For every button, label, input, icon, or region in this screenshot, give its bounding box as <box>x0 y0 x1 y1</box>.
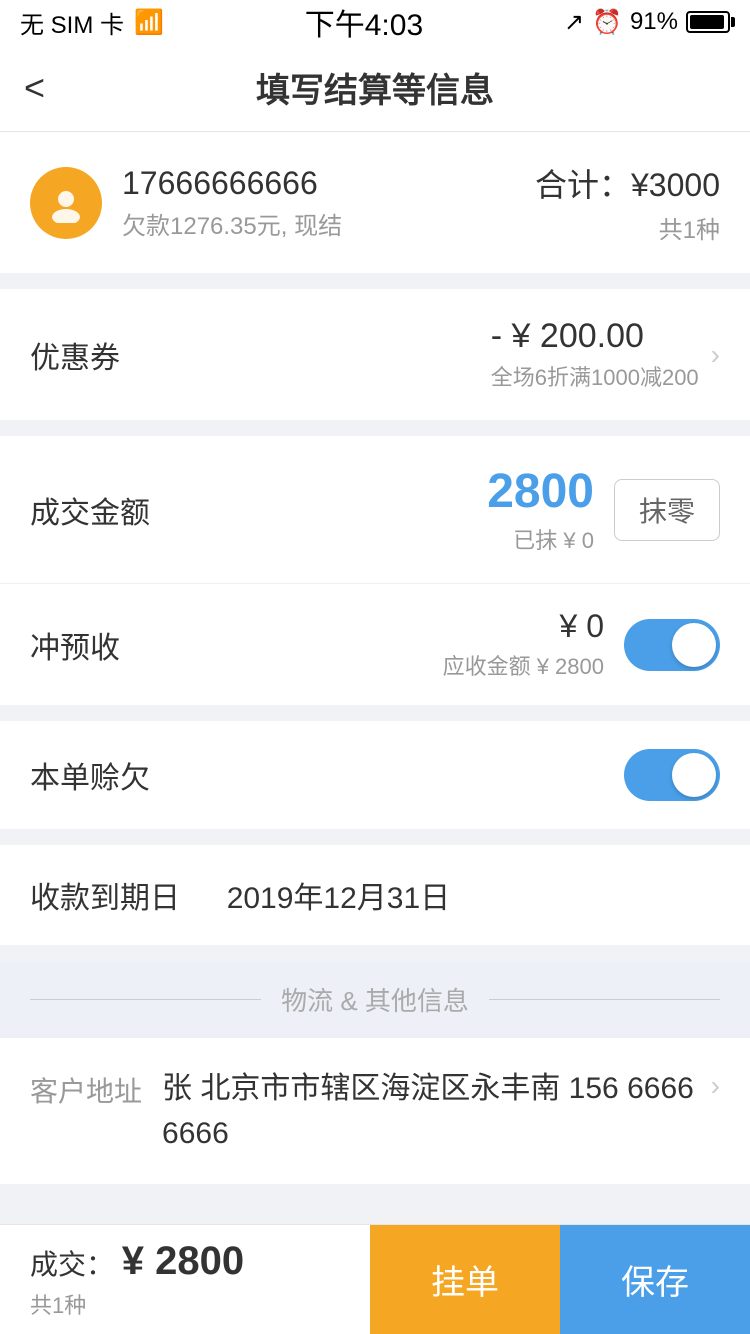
toggle-knob <box>672 623 716 667</box>
transaction-right: 2800 已抹 ¥ 0 抹零 <box>487 464 720 555</box>
wifi-icon: 📶 <box>134 8 164 37</box>
coupon-label: 优惠券 <box>30 333 120 377</box>
nav-bar: < 填写结算等信息 <box>0 44 750 132</box>
avatar <box>30 167 102 239</box>
customer-right: 合计：¥3000 共1种 <box>535 160 720 245</box>
customer-info: 17666666666 欠款1276.35元, 现结 <box>122 165 342 241</box>
prereceive-sub: 应收金额 ¥ 2800 <box>443 649 604 681</box>
summary-main-line: 成交： ¥ 2800 <box>30 1239 340 1284</box>
location-icon: ↗ <box>564 8 584 37</box>
duedate-section: 收款到期日 2019年12月31日 <box>0 845 750 945</box>
bottom-bar: 成交： ¥ 2800 共1种 挂单 保存 <box>0 1224 750 1334</box>
transaction-sub: 已抹 ¥ 0 <box>487 523 594 555</box>
total-count: 共1种 <box>535 210 720 245</box>
status-bar: 无 SIM 卡 📶 下午4:03 ↗ ⏰ 91% <box>0 0 750 44</box>
battery-icon <box>686 11 730 33</box>
debt-label: 本单赊欠 <box>30 753 150 797</box>
divider-line-left <box>30 999 261 1000</box>
transaction-value: 2800 <box>487 464 594 519</box>
customer-sub-info: 欠款1276.35元, 现结 <box>122 206 342 241</box>
prereceive-row: 冲预收 ¥ 0 应收金额 ¥ 2800 <box>0 584 750 705</box>
duedate-text: 收款到期日 2019年12月31日 <box>30 882 450 915</box>
status-left: 无 SIM 卡 📶 <box>20 5 164 40</box>
transaction-amount-row: 成交金额 2800 已抹 ¥ 0 抹零 <box>0 436 750 584</box>
prereceive-label: 冲预收 <box>30 623 120 667</box>
customer-left: 17666666666 欠款1276.35元, 现结 <box>30 165 342 241</box>
customer-phone: 17666666666 <box>122 165 342 202</box>
prereceive-amount-block: ¥ 0 应收金额 ¥ 2800 <box>443 608 604 681</box>
prereceive-right: ¥ 0 应收金额 ¥ 2800 <box>443 608 720 681</box>
prereceive-amount: ¥ 0 <box>443 608 604 645</box>
address-label: 客户地址 <box>30 1066 142 1110</box>
no-sim-text: 无 SIM 卡 <box>20 5 124 40</box>
duedate-value: 2019年12月31日 <box>227 882 450 915</box>
status-right: ↗ ⏰ 91% <box>564 8 730 37</box>
page-content: 17666666666 欠款1276.35元, 现结 合计：¥3000 共1种 … <box>0 132 750 1320</box>
customer-row: 17666666666 欠款1276.35元, 现结 合计：¥3000 共1种 <box>0 132 750 273</box>
address-section[interactable]: 客户地址 张 北京市市辖区海淀区永丰南 156 6666 6666 › <box>0 1038 750 1184</box>
debt-toggle[interactable] <box>624 749 720 801</box>
summary-count: 共1种 <box>30 1288 340 1320</box>
summary-label: 成交： <box>30 1249 114 1280</box>
back-button[interactable]: < <box>24 67 45 109</box>
address-value: 张 北京市市辖区海淀区永丰南 156 6666 6666 <box>162 1066 711 1156</box>
coupon-right: - ¥ 200.00 全场6折满1000减200 › <box>491 317 720 392</box>
duedate-label: 收款到期日 <box>30 882 180 915</box>
coupon-desc: 全场6折满1000减200 <box>491 360 699 392</box>
rounding-button[interactable]: 抹零 <box>614 479 720 541</box>
debt-section: 本单赊欠 <box>0 721 750 829</box>
prereceive-toggle[interactable] <box>624 619 720 671</box>
debt-toggle-knob <box>672 753 716 797</box>
divider-section: 物流 & 其他信息 <box>0 961 750 1038</box>
battery-percent: 91% <box>630 8 678 36</box>
summary-amount: ¥ 2800 <box>122 1239 244 1283</box>
hang-order-button[interactable]: 挂单 <box>370 1225 560 1334</box>
total-amount: 合计：¥3000 <box>535 160 720 206</box>
duedate-spacer <box>188 882 218 915</box>
save-button[interactable]: 保存 <box>560 1225 750 1334</box>
coupon-discount: - ¥ 200.00 <box>491 317 699 356</box>
coupon-chevron-icon: › <box>711 339 720 371</box>
divider-line-right <box>489 999 720 1000</box>
address-chevron-icon: › <box>711 1066 720 1102</box>
divider-text: 物流 & 其他信息 <box>261 981 489 1018</box>
page-title: 填写结算等信息 <box>256 63 494 112</box>
transaction-label: 成交金额 <box>30 488 150 532</box>
amount-section: 成交金额 2800 已抹 ¥ 0 抹零 冲预收 ¥ 0 应收金额 ¥ 2800 <box>0 436 750 705</box>
status-time: 下午4:03 <box>305 0 423 44</box>
bottom-summary: 成交： ¥ 2800 共1种 <box>0 1239 370 1320</box>
coupon-row[interactable]: 优惠券 - ¥ 200.00 全场6折满1000减200 › <box>0 289 750 420</box>
alarm-icon: ⏰ <box>592 8 622 37</box>
